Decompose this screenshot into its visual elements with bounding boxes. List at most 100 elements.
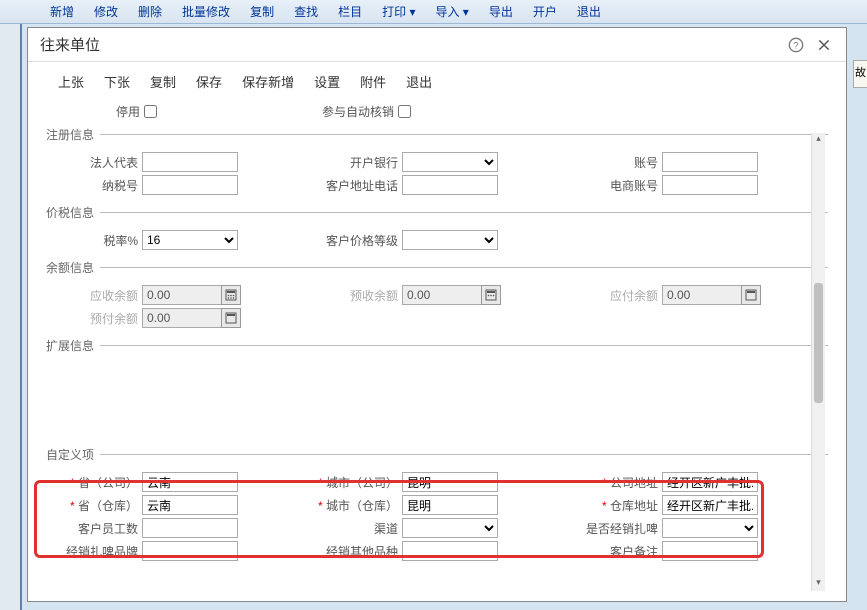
btn-next[interactable]: 下张: [96, 68, 138, 95]
menu-batch-edit[interactable]: 批量修改: [172, 3, 240, 20]
cust-emp-count-label: 客户员工数: [46, 520, 142, 537]
menu-new[interactable]: 新增: [40, 3, 84, 20]
prepaid-label: 预付余额: [46, 310, 142, 327]
btn-exit[interactable]: 退出: [398, 68, 440, 95]
legal-rep-label: 法人代表: [46, 154, 142, 171]
tax-no-label: 纳税号: [46, 177, 142, 194]
svg-text:?: ?: [793, 40, 798, 50]
section-reg-info: 注册信息 法人代表 开户银行 账号 纳税号: [46, 126, 828, 198]
section-custom-title: 自定义项: [46, 446, 100, 463]
menu-exit[interactable]: 退出: [567, 3, 611, 20]
calculator-icon[interactable]: [221, 308, 241, 328]
dist-other-var-label: 经销其他品种: [306, 543, 402, 560]
section-ext-info: 扩展信息: [46, 337, 828, 440]
province-company-input[interactable]: [142, 472, 238, 492]
section-pricetax: 价税信息 税率% 16 客户价格等级: [46, 204, 828, 253]
btn-save[interactable]: 保存: [188, 68, 230, 95]
province-wh-label: 省（仓库）: [46, 497, 142, 514]
legal-rep-input[interactable]: [142, 152, 238, 172]
btn-save-new[interactable]: 保存新增: [234, 68, 302, 95]
section-balance-title: 余额信息: [46, 259, 100, 276]
section-balance: 余额信息 应收余额 预收余额 应付余额: [46, 259, 828, 331]
is-dist-snack-label: 是否经销扎啤: [566, 520, 662, 537]
dist-snack-brand-input[interactable]: [142, 541, 238, 561]
scroll-down-icon[interactable]: ▾: [812, 577, 825, 591]
right-peek-tab[interactable]: 故: [853, 60, 867, 88]
city-wh-label: 城市（仓库）: [306, 497, 402, 514]
disable-label: 停用: [116, 103, 144, 120]
cust-emp-count-input[interactable]: [142, 518, 238, 538]
company-addr-label: 公司地址: [566, 474, 662, 491]
section-pricetax-title: 价税信息: [46, 204, 100, 221]
menu-import[interactable]: 导入 ▾: [425, 3, 478, 20]
tax-rate-select[interactable]: 16: [142, 230, 238, 250]
calculator-icon[interactable]: [741, 285, 761, 305]
menu-find[interactable]: 查找: [284, 3, 328, 20]
city-company-label: 城市（公司）: [306, 474, 402, 491]
cust-addr-tel-label: 客户地址电话: [306, 177, 402, 194]
ar-input: [142, 285, 222, 305]
btn-settings[interactable]: 设置: [306, 68, 348, 95]
contact-unit-dialog: 往来单位 ? 上张 下张 复制 保存 保存新增 设置 附件 退出 停用 参与自动…: [27, 27, 847, 602]
vertical-scrollbar[interactable]: ▴ ▾: [811, 133, 825, 591]
dialog-body: 停用 参与自动核销 注册信息 法人代表 开户银行 账号: [28, 100, 846, 601]
account-no-input[interactable]: [662, 152, 758, 172]
province-company-label: 省（公司）: [46, 474, 142, 491]
dist-snack-brand-label: 经销扎啤品牌: [46, 543, 142, 560]
menu-edit[interactable]: 修改: [84, 3, 128, 20]
cust-price-level-label: 客户价格等级: [306, 232, 402, 249]
ar-label: 应收余额: [46, 287, 142, 304]
tax-rate-label: 税率%: [46, 232, 142, 249]
ecom-account-input[interactable]: [662, 175, 758, 195]
calculator-icon[interactable]: [221, 285, 241, 305]
ap-label: 应付余额: [566, 287, 662, 304]
menu-print[interactable]: 打印 ▾: [372, 3, 425, 20]
menu-copy[interactable]: 复制: [240, 3, 284, 20]
prerecv-input: [402, 285, 482, 305]
account-no-label: 账号: [566, 154, 662, 171]
cust-price-level-select[interactable]: [402, 230, 498, 250]
btn-prev[interactable]: 上张: [50, 68, 92, 95]
cust-remark-label: 客户备注: [566, 543, 662, 560]
cust-remark-input[interactable]: [662, 541, 758, 561]
city-company-input[interactable]: [402, 472, 498, 492]
section-custom: 自定义项 省（公司） 城市（公司） 公司地址 省（仓库）: [46, 446, 828, 564]
channel-select[interactable]: [402, 518, 498, 538]
auto-writeoff-label: 参与自动核销: [322, 103, 398, 120]
cust-addr-tel-input[interactable]: [402, 175, 498, 195]
is-dist-snack-select[interactable]: [662, 518, 758, 538]
ecom-account-label: 电商账号: [566, 177, 662, 194]
dialog-title: 往来单位: [40, 34, 778, 55]
channel-label: 渠道: [306, 520, 402, 537]
wh-addr-input[interactable]: [662, 495, 758, 515]
left-dock-tab[interactable]: [0, 0, 22, 610]
btn-copy[interactable]: 复制: [142, 68, 184, 95]
dist-other-var-input[interactable]: [402, 541, 498, 561]
close-icon[interactable]: [814, 35, 834, 55]
menu-export[interactable]: 导出: [479, 3, 523, 20]
help-icon[interactable]: ?: [786, 35, 806, 55]
section-reg-info-title: 注册信息: [46, 126, 100, 143]
scrollbar-thumb[interactable]: [814, 283, 823, 403]
company-addr-input[interactable]: [662, 472, 758, 492]
prepaid-input: [142, 308, 222, 328]
btn-attach[interactable]: 附件: [352, 68, 394, 95]
section-ext-info-title: 扩展信息: [46, 337, 100, 354]
tax-no-input[interactable]: [142, 175, 238, 195]
menu-delete[interactable]: 删除: [128, 3, 172, 20]
menu-columns[interactable]: 栏目: [328, 3, 372, 20]
prerecv-label: 预收余额: [306, 287, 402, 304]
wh-addr-label: 仓库地址: [566, 497, 662, 514]
scroll-up-icon[interactable]: ▴: [812, 133, 825, 147]
auto-writeoff-checkbox[interactable]: [398, 105, 411, 118]
city-wh-input[interactable]: [402, 495, 498, 515]
dialog-header: 往来单位 ?: [28, 28, 846, 62]
open-bank-label: 开户银行: [306, 154, 402, 171]
disable-checkbox[interactable]: [144, 105, 157, 118]
ap-input: [662, 285, 742, 305]
province-wh-input[interactable]: [142, 495, 238, 515]
menu-open-account[interactable]: 开户: [523, 3, 567, 20]
calculator-icon[interactable]: [481, 285, 501, 305]
open-bank-select[interactable]: [402, 152, 498, 172]
main-toolbar: 新增 修改 删除 批量修改 复制 查找 栏目 打印 ▾ 导入 ▾ 导出 开户 退…: [0, 0, 867, 24]
